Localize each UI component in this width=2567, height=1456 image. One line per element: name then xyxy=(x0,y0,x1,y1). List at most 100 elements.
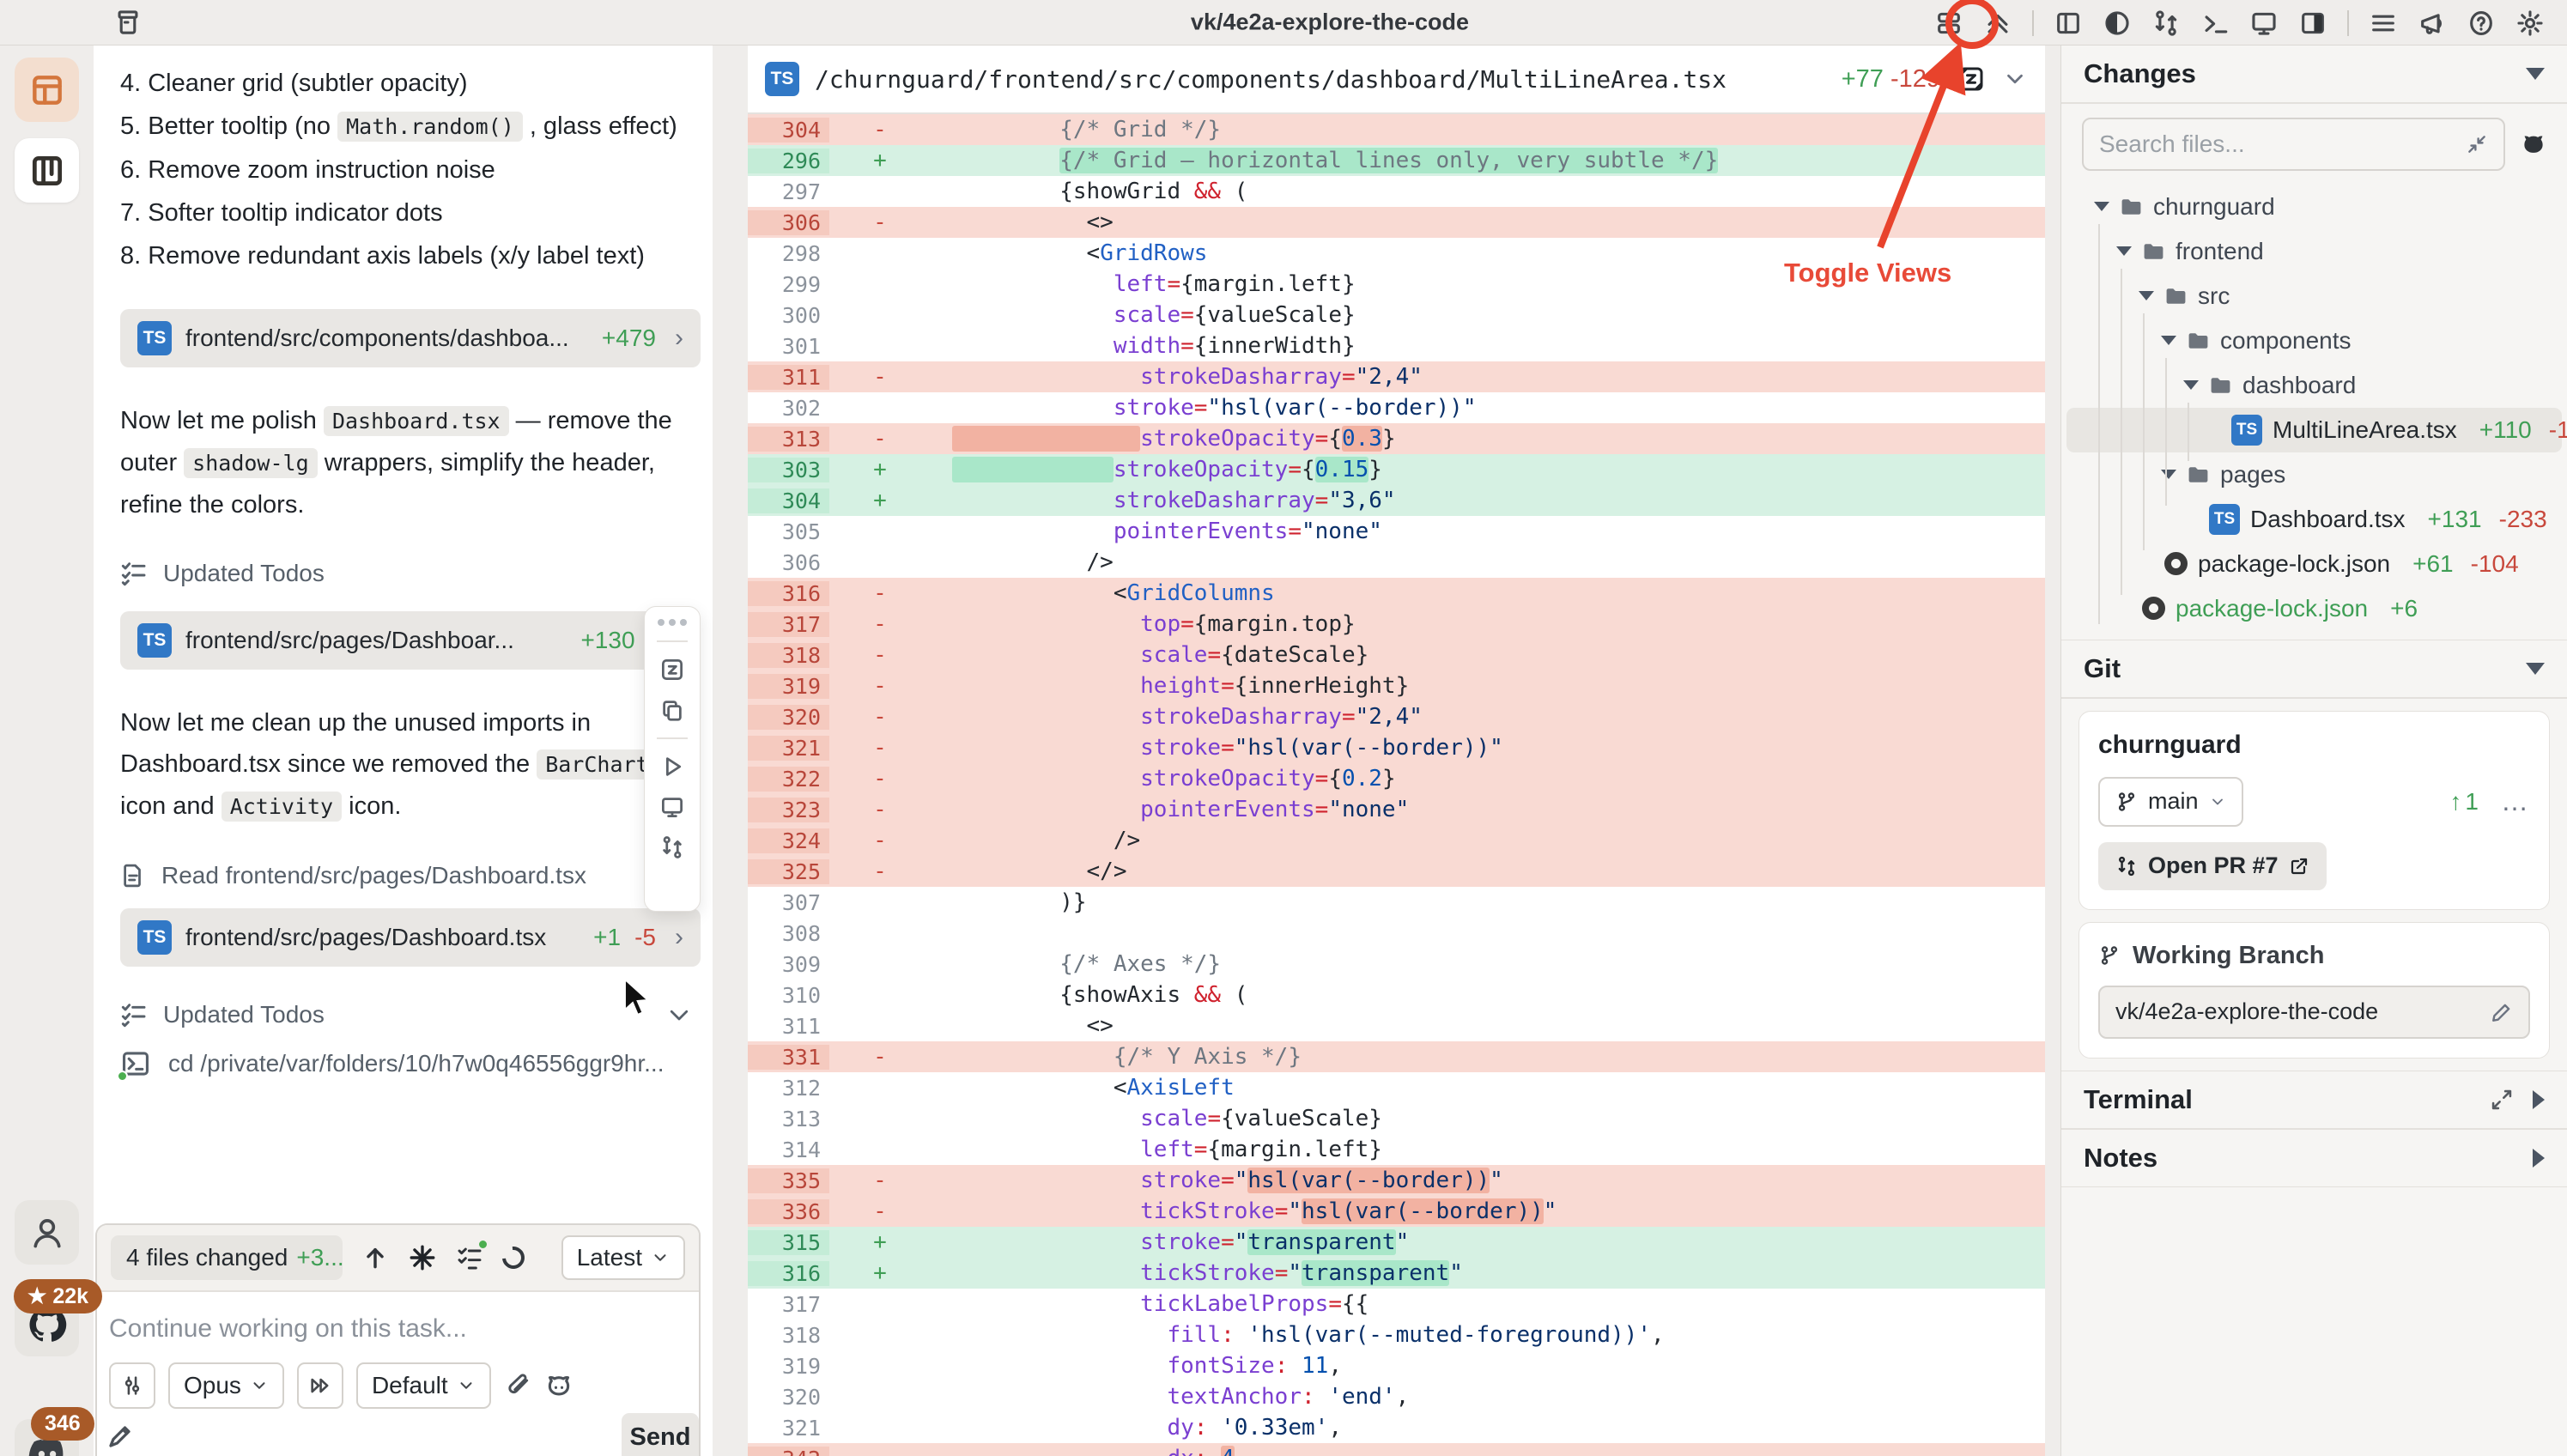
line-number: 315 xyxy=(748,1230,829,1255)
cat-icon[interactable] xyxy=(2519,130,2548,159)
help-icon[interactable] xyxy=(2467,9,2496,38)
more-options-icon[interactable] xyxy=(658,619,687,626)
terminal-section-header[interactable]: Terminal xyxy=(2061,1071,2567,1128)
git-compare-icon[interactable] xyxy=(2151,9,2181,38)
tree-folder-row[interactable]: dashboard xyxy=(2066,363,2562,408)
file-change-chip[interactable]: TS frontend/src/pages/Dashboar... +130 -… xyxy=(120,611,701,670)
todo-green-dot xyxy=(477,1239,489,1250)
tree-item-name: dashboard xyxy=(2242,372,2356,399)
cat-agent-icon[interactable] xyxy=(544,1371,573,1400)
search-files-input[interactable]: Search files... xyxy=(2082,118,2505,171)
panel-left-icon[interactable] xyxy=(2054,9,2083,38)
model-dropdown[interactable]: Opus xyxy=(168,1362,284,1409)
typescript-file-icon: TS xyxy=(2209,504,2240,535)
megaphone-icon[interactable] xyxy=(2418,9,2447,38)
line-number: 323 xyxy=(748,798,829,822)
up-arrow-icon[interactable] xyxy=(361,1244,389,1271)
toolbar-divider xyxy=(657,737,688,739)
git-branch-icon xyxy=(2098,944,2121,967)
repo-card: churnguard main ↑ 1 … Open PR #7 xyxy=(2078,711,2550,910)
burst-icon[interactable] xyxy=(408,1243,437,1272)
panel-right-filled-icon[interactable] xyxy=(2298,9,2327,38)
notes-section-header[interactable]: Notes xyxy=(2061,1130,2567,1186)
diff-marker: - xyxy=(829,704,931,730)
archive-box-icon[interactable] xyxy=(113,8,143,37)
typescript-file-icon: TS xyxy=(137,623,172,658)
files-changed-chip[interactable]: 4 files changed +3... xyxy=(111,1235,343,1280)
mode-dropdown[interactable]: Default xyxy=(356,1362,491,1409)
collapse-up-icon[interactable] xyxy=(1983,9,2012,38)
account-button[interactable] xyxy=(15,1200,79,1265)
settings-sliders-button[interactable] xyxy=(109,1362,155,1409)
message-input[interactable]: Continue working on this task... xyxy=(97,1292,699,1344)
tree-folder-row[interactable]: pages xyxy=(2066,452,2562,497)
folder-icon xyxy=(2209,375,2232,396)
expand-icon[interactable] xyxy=(2490,1088,2514,1112)
diff-view-icon[interactable] xyxy=(659,657,685,682)
chevron-down-icon[interactable] xyxy=(666,1002,692,1028)
git-section-header[interactable]: Git xyxy=(2061,640,2567,697)
toggle-views-button[interactable] xyxy=(1934,9,1963,38)
tree-item-name: package-lock.json xyxy=(2198,550,2390,578)
diff-marker: - xyxy=(829,642,931,668)
panel-gap xyxy=(713,46,748,1456)
nav-layout-active[interactable] xyxy=(15,58,79,122)
repo-name: churnguard xyxy=(2098,731,2530,760)
monitor-icon[interactable] xyxy=(2249,9,2279,38)
notes-title: Notes xyxy=(2084,1143,2157,1174)
attachment-paperclip-icon[interactable] xyxy=(504,1372,531,1399)
indent-guide xyxy=(2143,313,2145,550)
line-number: 308 xyxy=(748,921,829,946)
tree-file-row[interactable]: TSDashboard.tsx+131-233 xyxy=(2066,497,2562,542)
more-options-icon[interactable]: … xyxy=(2501,786,2530,817)
theme-contrast-icon[interactable] xyxy=(2103,9,2132,38)
diff-marker: - xyxy=(829,611,931,637)
terminal-icon[interactable] xyxy=(2200,9,2230,38)
line-number: 321 xyxy=(748,736,829,761)
file-change-chip[interactable]: TS frontend/src/components/dashboa... +4… xyxy=(120,309,701,367)
edit-pencil-icon[interactable] xyxy=(2491,1001,2513,1023)
menu-icon[interactable] xyxy=(2369,9,2398,38)
settings-gear-icon[interactable] xyxy=(2515,9,2545,38)
tree-folder-row[interactable]: src xyxy=(2066,274,2562,318)
todos-row[interactable]: Updated Todos xyxy=(120,1001,701,1028)
file-change-chip[interactable]: TS frontend/src/pages/Dashboard.tsx +1 -… xyxy=(120,908,701,967)
composer: 4 files changed +3... Latest Continue wo… xyxy=(95,1223,701,1456)
diff-render-toggle-icon[interactable] xyxy=(1956,64,1987,94)
play-icon[interactable] xyxy=(659,754,685,780)
chevron-right-icon: › xyxy=(675,324,683,353)
tree-file-row[interactable]: package-lock.json+6 xyxy=(2066,586,2562,631)
line-number: 303 xyxy=(748,458,829,482)
open-pr-button[interactable]: Open PR #7 xyxy=(2098,842,2327,890)
terminal-command-row[interactable]: cd /private/var/folders/10/h7w0q46556ggr… xyxy=(120,1049,701,1078)
read-file-row[interactable]: Read frontend/src/pages/Dashboard.tsx xyxy=(120,862,701,889)
tree-file-row[interactable]: package-lock.json+61-104 xyxy=(2066,542,2562,586)
send-button[interactable]: Send xyxy=(622,1413,699,1456)
line-number: 311 xyxy=(748,1014,829,1039)
pen-marker-icon[interactable] xyxy=(106,1420,137,1451)
tree-file-row[interactable]: TSMultiLineArea.tsx+110-162 xyxy=(2066,408,2562,452)
fast-forward-button[interactable] xyxy=(297,1362,343,1409)
document-icon xyxy=(120,862,146,889)
collapse-tree-icon[interactable] xyxy=(2466,133,2488,155)
working-branch-input[interactable]: vk/4e2a-explore-the-code xyxy=(2098,986,2530,1039)
todos-row[interactable]: Updated Todos xyxy=(120,560,701,587)
loading-spinner xyxy=(498,1242,530,1274)
version-dropdown[interactable]: Latest xyxy=(561,1235,685,1280)
tree-folder-row[interactable]: frontend xyxy=(2066,229,2562,274)
top-bar: vk/4e2a-explore-the-code xyxy=(0,0,2567,46)
tree-folder-row[interactable]: components xyxy=(2066,318,2562,363)
copy-icon[interactable] xyxy=(659,697,685,723)
tree-folder-row[interactable]: churnguard xyxy=(2066,185,2562,229)
diff-line: 304+ strokeDasharray="3,6" xyxy=(748,485,2045,516)
changes-section-header[interactable]: Changes xyxy=(2061,46,2567,102)
todo-status-icon[interactable] xyxy=(456,1244,483,1271)
chevron-down-icon[interactable] xyxy=(2002,66,2028,92)
nav-kanban[interactable] xyxy=(15,138,79,203)
monitor-icon[interactable] xyxy=(659,794,685,820)
diff-deletions: -129 xyxy=(1890,65,1940,93)
git-compare-icon[interactable] xyxy=(659,834,685,860)
diff-line: 317- top={margin.top} xyxy=(748,609,2045,640)
branch-selector[interactable]: main xyxy=(2098,777,2243,827)
folder-triangle-icon xyxy=(2116,246,2132,256)
